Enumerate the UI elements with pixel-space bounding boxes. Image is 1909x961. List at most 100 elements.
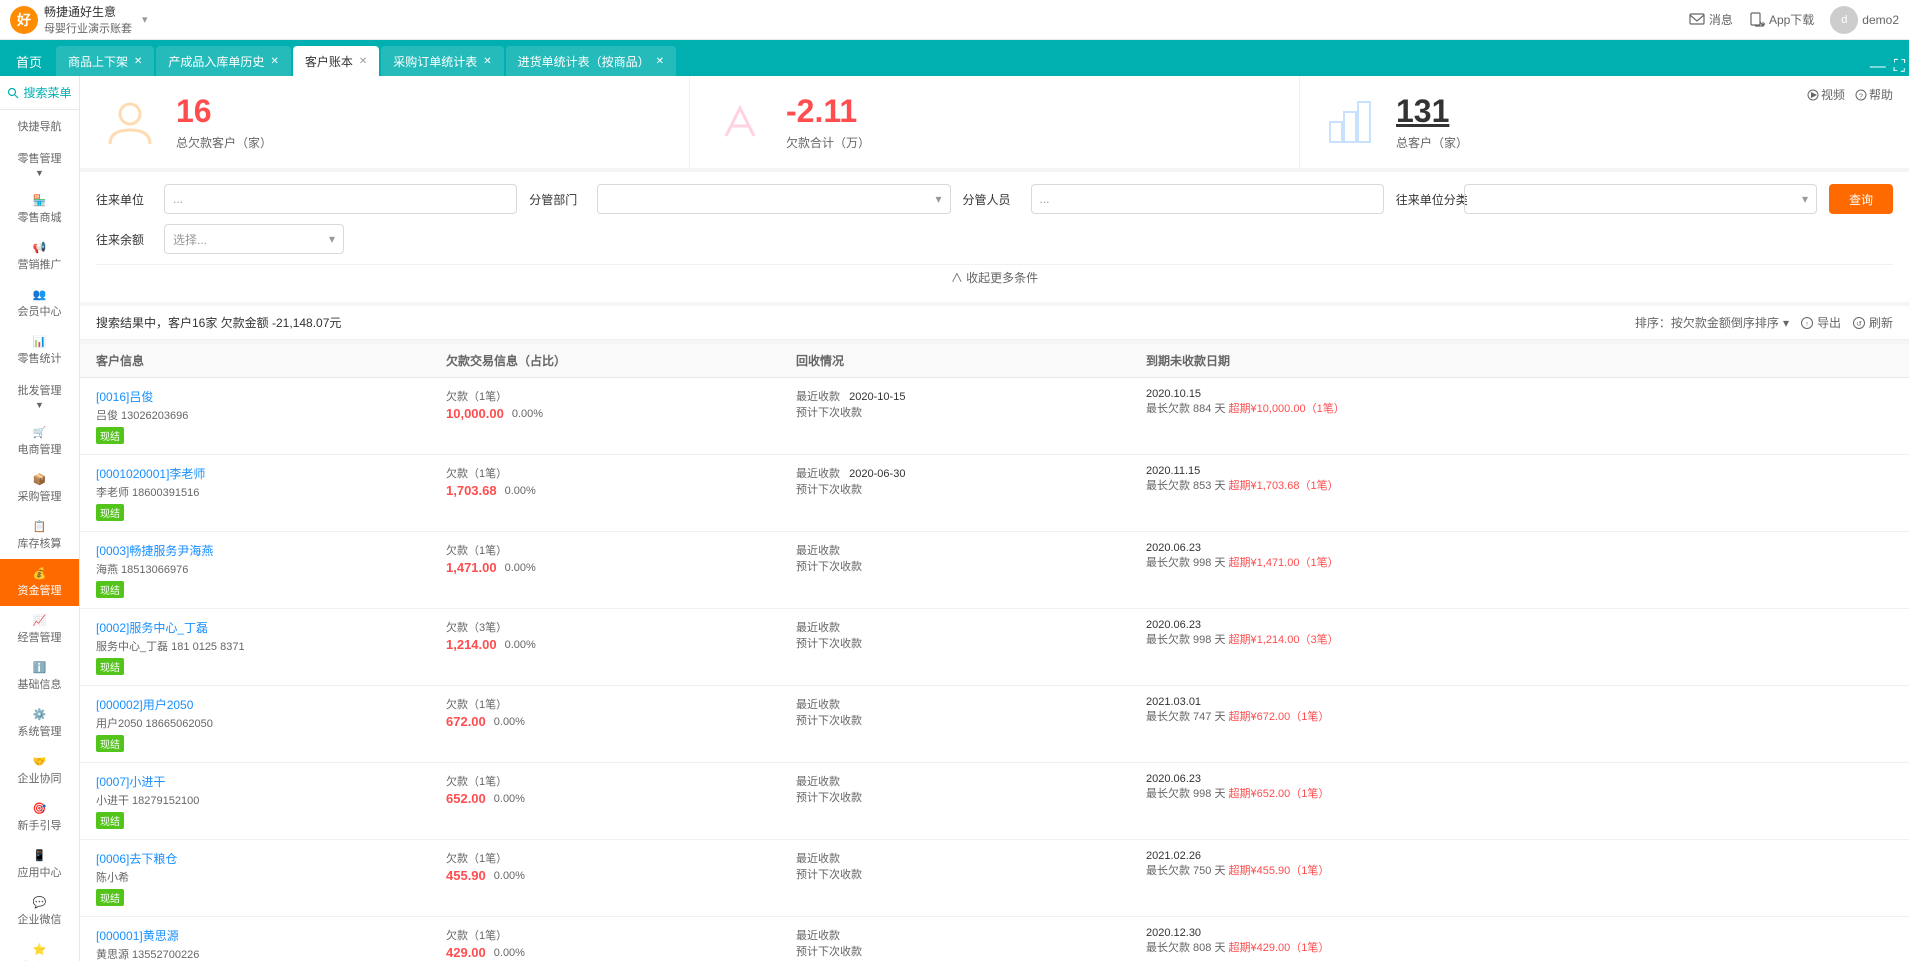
debt-cell: 欠款（1笔） 455.90 0.00% xyxy=(446,850,796,883)
sidebar-item-ecommerce[interactable]: 🛒 电商管理 xyxy=(0,418,79,465)
sidebar-item-batch-mgmt[interactable]: 批发管理 ▼ xyxy=(0,374,79,418)
filter-row-1: 往来单位 ... 分管部门 ▾ 分管人员 ... xyxy=(96,184,1893,214)
debt-amount-label: 欠款合计（万） xyxy=(786,134,870,151)
collection-cell: 最近收款 预计下次收款 xyxy=(796,542,1146,574)
close-icon[interactable]: ✕ xyxy=(656,56,664,67)
next-collection: 预计下次收款 xyxy=(796,712,1146,728)
stats-banner: 16 总欠款客户（家） -2.11 欠款合计（万） 视频 xyxy=(80,76,1909,168)
tab-products-listing[interactable]: 商品上下架 ✕ xyxy=(56,46,154,76)
maximize-icon[interactable]: ⛶ xyxy=(1894,58,1905,76)
sidebar-item-inventory[interactable]: 📋 库存核算 xyxy=(0,512,79,559)
sidebar-item-retail-mgmt[interactable]: 零售管理 ▼ xyxy=(0,142,79,186)
stat-info-total-customers: 131 总客户（家） xyxy=(1396,93,1468,151)
tab-production-history[interactable]: 产成品入库单历史 ✕ xyxy=(156,46,290,76)
filter-dept: 分管部门 ▾ xyxy=(529,184,950,214)
stat-info-debt-amount: -2.11 欠款合计（万） xyxy=(786,93,870,151)
overdue-link[interactable]: 超期¥455.90（1笔） xyxy=(1229,865,1330,877)
sidebar-item-members[interactable]: 👥 会员中心 xyxy=(0,280,79,327)
customer-id-link[interactable]: [0007]小进干 xyxy=(96,773,446,790)
message-label: 消息 xyxy=(1709,11,1733,28)
close-icon[interactable]: ✕ xyxy=(483,56,491,67)
from-unit-input[interactable]: ... xyxy=(164,184,517,214)
sidebar-item-finance[interactable]: 💰 资金管理 xyxy=(0,559,79,606)
collapse-bar[interactable]: ∧ 收起更多条件 xyxy=(96,264,1893,290)
tab-purchase-stats[interactable]: 采购订单统计表 ✕ xyxy=(381,46,503,76)
user-avatar[interactable]: d demo2 xyxy=(1830,6,1899,34)
sidebar-item-purchase[interactable]: 📦 采购管理 xyxy=(0,465,79,512)
video-action[interactable]: 视频 xyxy=(1807,86,1845,103)
sidebar-item-vip[interactable]: ⭐ 畅会员 xyxy=(0,935,79,961)
sidebar-item-basic-info[interactable]: ℹ️ 基础信息 xyxy=(0,653,79,700)
customer-id-link[interactable]: [000001]黄思源 xyxy=(96,927,446,944)
last-collection: 最近收款 xyxy=(796,619,1146,635)
collection-cell: 最近收款 2020-06-30 预计下次收款 xyxy=(796,465,1146,497)
customer-table: 客户信息 欠款交易信息（占比） 回收情况 到期未收款日期 [0016]吕俊 吕俊… xyxy=(80,344,1909,961)
sidebar-item-app-center[interactable]: 📱 应用中心 xyxy=(0,841,79,888)
dept-select[interactable]: ▾ xyxy=(597,184,950,214)
tab-home[interactable]: 首页 xyxy=(4,46,54,76)
tab-customer-ledger[interactable]: 客户账本 ✕ xyxy=(293,46,379,76)
tab-incoming-stats[interactable]: 进货单统计表（按商品） ✕ xyxy=(506,46,676,76)
overdue-link[interactable]: 超期¥652.00（1笔） xyxy=(1229,788,1330,800)
debt-amount: 652.00 xyxy=(446,791,486,806)
customer-phone: 海燕 18513066976 xyxy=(96,561,446,577)
message-icon[interactable]: 消息 xyxy=(1689,11,1733,28)
app-download[interactable]: App下载 xyxy=(1749,11,1814,28)
stat-info-debt-customers: 16 总欠款客户（家） xyxy=(176,93,272,151)
help-action[interactable]: ? 帮助 xyxy=(1855,86,1893,103)
sidebar-item-enterprise[interactable]: 🤝 企业协同 xyxy=(0,747,79,794)
search-menu[interactable]: 搜索菜单 xyxy=(0,76,79,110)
balance-select[interactable]: 选择... ▾ xyxy=(164,224,344,254)
manager-input[interactable]: ... xyxy=(1031,184,1384,214)
collection-cell: 最近收款 预计下次收款 xyxy=(796,696,1146,728)
collection-cell: 最近收款 预计下次收款 xyxy=(796,850,1146,882)
sidebar-item-operations[interactable]: 📈 经营管理 xyxy=(0,606,79,653)
marketing-icon: 📢 xyxy=(33,241,47,254)
sidebar-item-retail-stats[interactable]: 📊 零售统计 xyxy=(0,327,79,374)
overdue-link[interactable]: 超期¥672.00（1笔） xyxy=(1229,711,1330,723)
overdue-link[interactable]: 超期¥1,703.68（1笔） xyxy=(1229,480,1339,492)
unit-category-select[interactable]: ▾ xyxy=(1464,184,1817,214)
customer-id-link[interactable]: [0003]畅捷服务尹海燕 xyxy=(96,542,446,559)
customer-phone: 服务中心_丁磊 181 0125 8371 xyxy=(96,638,446,654)
main-content: 16 总欠款客户（家） -2.11 欠款合计（万） 视频 xyxy=(80,76,1909,961)
sidebar-item-retail-mall[interactable]: 🏪 零售商城 xyxy=(0,186,79,233)
overdue-link[interactable]: 超期¥1,471.00（1笔） xyxy=(1229,557,1339,569)
overdue-link[interactable]: 超期¥10,000.00（1笔） xyxy=(1229,403,1345,415)
overdue-cell: 2021.03.01 最长欠款 747 天 超期¥672.00（1笔） xyxy=(1146,696,1893,724)
export-button[interactable]: ↑ 导出 xyxy=(1801,314,1841,331)
filter-manager: 分管人员 ... xyxy=(963,184,1384,214)
customer-phone: 用户2050 18665062050 xyxy=(96,715,446,731)
customer-id-link[interactable]: [000002]用户2050 xyxy=(96,696,446,713)
overdue-days: 最长欠款 998 天 xyxy=(1146,557,1225,569)
customer-id-link[interactable]: [0016]吕俊 xyxy=(96,388,446,405)
sidebar-item-system[interactable]: ⚙️ 系统管理 xyxy=(0,700,79,747)
customer-id-link[interactable]: [0002]服务中心_丁磊 xyxy=(96,619,446,636)
sidebar-item-quick-nav[interactable]: 快捷导航 xyxy=(0,110,79,142)
sidebar-item-wechat[interactable]: 💬 企业微信 xyxy=(0,888,79,935)
app-center-icon: 📱 xyxy=(33,849,47,862)
customer-cell: [0002]服务中心_丁磊 服务中心_丁磊 181 0125 8371 现结 xyxy=(96,619,446,675)
close-icon[interactable]: ✕ xyxy=(270,56,278,67)
overdue-link[interactable]: 超期¥1,214.00（3笔） xyxy=(1229,634,1339,646)
debt-amount: 1,471.00 xyxy=(446,560,497,575)
next-collection: 预计下次收款 xyxy=(796,558,1146,574)
total-customers-count: 131 xyxy=(1396,93,1468,130)
debt-percent: 0.00% xyxy=(505,562,536,574)
close-icon[interactable]: ✕ xyxy=(359,56,367,67)
close-icon[interactable]: ✕ xyxy=(134,56,142,67)
due-date: 2020.06.23 xyxy=(1146,773,1893,785)
minimize-icon[interactable]: — xyxy=(1870,58,1886,76)
collection-cell: 最近收款 预计下次收款 xyxy=(796,773,1146,805)
customer-id-link[interactable]: [0006]去下粮仓 xyxy=(96,850,446,867)
sidebar-item-newbie[interactable]: 🎯 新手引导 xyxy=(0,794,79,841)
overdue-link[interactable]: 超期¥429.00（1笔） xyxy=(1229,942,1330,954)
sort-selector[interactable]: 排序：按欠款金额倒序排序 ▾ xyxy=(1635,314,1789,331)
dept-label: 分管部门 xyxy=(529,191,589,208)
subtitle-dropdown[interactable]: ▾ xyxy=(142,13,148,26)
total-customers-icon xyxy=(1320,92,1380,152)
customer-id-link[interactable]: [0001020001]李老师 xyxy=(96,465,446,482)
refresh-button[interactable]: ↺ 刷新 xyxy=(1853,314,1893,331)
sidebar-item-marketing[interactable]: 📢 营销推广 xyxy=(0,233,79,280)
query-button[interactable]: 查询 xyxy=(1829,184,1893,214)
